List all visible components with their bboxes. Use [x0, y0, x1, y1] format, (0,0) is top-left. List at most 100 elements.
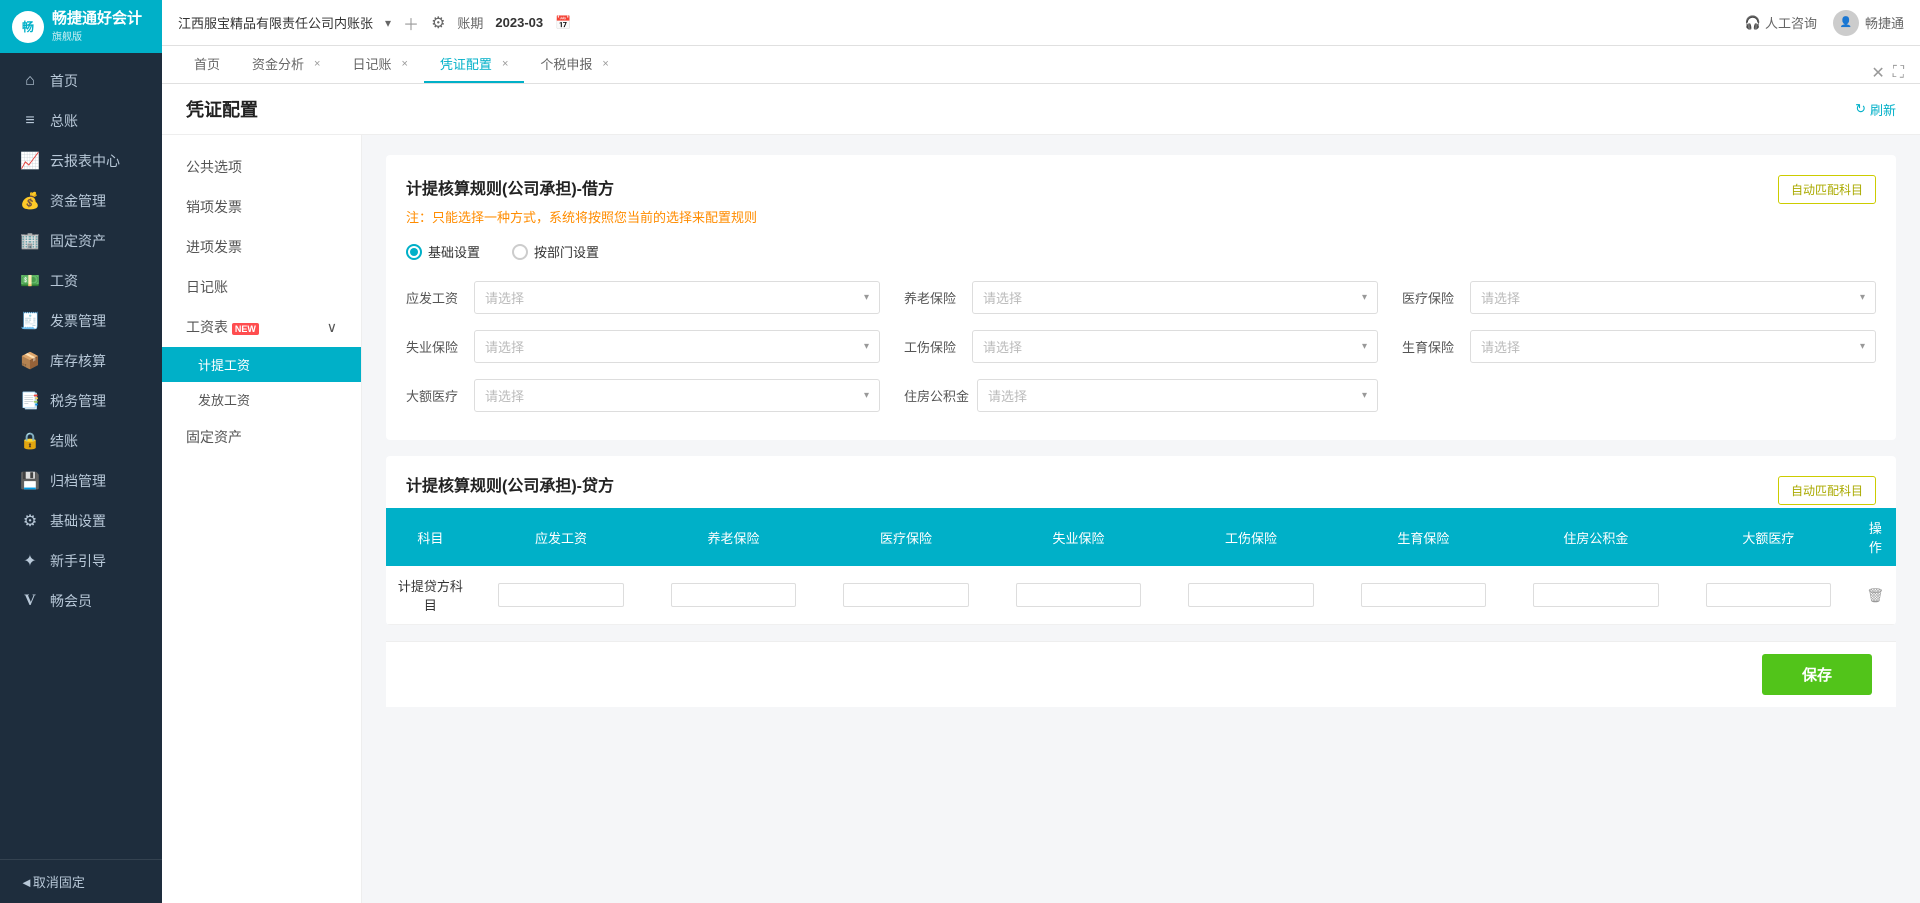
select-dey[interactable]: 请选择 ▾ [474, 379, 880, 412]
sidebar-item-guide[interactable]: ✦ 新手引导 [0, 541, 162, 581]
td-zfgjj[interactable] [1510, 566, 1682, 625]
input-dey[interactable] [1706, 583, 1831, 607]
table-row: 计提贷方科目 🗑 [386, 566, 1896, 625]
guide-icon: ✦ [20, 551, 40, 571]
select-sybx[interactable]: 请选择 ▾ [474, 330, 880, 363]
input-sybx[interactable] [1016, 583, 1141, 607]
td-sybx2[interactable] [1337, 566, 1509, 625]
td-sybx[interactable] [992, 566, 1164, 625]
sidebar-item-assets[interactable]: 🏢 固定资产 [0, 221, 162, 261]
left-nav-salary-table[interactable]: 工资表 NEW ∨ [162, 307, 361, 347]
credit-section: 计提核算规则(公司承担)-贷方 自动匹配科目 科目 应发工资 养老保险 医疗保险… [386, 456, 1896, 625]
funds-icon: 💰 [20, 191, 40, 211]
sidebar-item-reports[interactable]: 📈 云报表中心 [0, 141, 162, 181]
sidebar-item-member[interactable]: V 畅会员 [0, 581, 162, 621]
left-nav-public[interactable]: 公共选项 [162, 147, 361, 187]
td-dey[interactable] [1682, 566, 1854, 625]
select-yfgz-placeholder: 请选择 [485, 288, 524, 307]
chevron-down-icon: ▾ [864, 341, 869, 352]
close-tab-btn[interactable]: ✕ [1871, 63, 1884, 83]
input-ylbx[interactable] [671, 583, 796, 607]
form-item-zfgjj: 住房公积金 请选择 ▾ [904, 379, 1378, 412]
sidebar-item-close[interactable]: 🔒 结账 [0, 421, 162, 461]
select-yfgz[interactable]: 请选择 ▾ [474, 281, 880, 314]
tax-icon: 📑 [20, 391, 40, 411]
radio-department[interactable]: 按部门设置 [512, 242, 599, 261]
tab-voucher[interactable]: 凭证配置 × [424, 46, 524, 83]
radio-basic[interactable]: 基础设置 [406, 242, 480, 261]
sidebar-item-label: 结账 [50, 431, 78, 451]
select-ylbx2[interactable]: 请选择 ▾ [1470, 281, 1876, 314]
maximize-btn[interactable]: ⛶ [1893, 64, 1904, 82]
sidebar-item-archive[interactable]: 💾 归档管理 [0, 461, 162, 501]
sidebar-item-tax[interactable]: 📑 税务管理 [0, 381, 162, 421]
save-btn[interactable]: 保存 [1762, 654, 1872, 695]
td-gsbx[interactable] [1165, 566, 1337, 625]
select-sybx2[interactable]: 请选择 ▾ [1470, 330, 1876, 363]
input-sybx2[interactable] [1361, 583, 1486, 607]
expand-icon: ∨ [327, 319, 337, 336]
th-subject: 科目 [386, 508, 475, 566]
left-nav-salary-pay[interactable]: 发放工资 [162, 382, 361, 417]
refresh-label: 刷新 [1870, 100, 1896, 119]
th-sybx: 失业保险 [992, 508, 1164, 566]
left-nav-journal[interactable]: 日记账 [162, 267, 361, 307]
sidebar-item-funds[interactable]: 💰 资金管理 [0, 181, 162, 221]
td-ylbx2[interactable] [820, 566, 992, 625]
sidebar-item-home[interactable]: ⌂ 首页 [0, 61, 162, 101]
left-nav-salary-calc[interactable]: 计提工资 [162, 347, 361, 382]
radio-department-circle [512, 244, 528, 260]
select-ylbx2-placeholder: 请选择 [1481, 288, 1520, 307]
header-right: 🎧 人工咨询 👤 畅捷通 [1745, 10, 1904, 36]
label-yfgz: 应发工资 [406, 288, 466, 307]
select-ylbx[interactable]: 请选择 ▾ [972, 281, 1378, 314]
tab-tax-close[interactable]: × [602, 58, 608, 70]
service-btn[interactable]: 🎧 人工咨询 [1745, 13, 1817, 32]
label-ylbx2: 医疗保险 [1402, 288, 1462, 307]
input-zfgjj[interactable] [1533, 583, 1658, 607]
tab-journal[interactable]: 日记账 × [336, 46, 423, 83]
chevron-down-icon: ▾ [1362, 390, 1367, 401]
cancel-fixed-btn[interactable]: ◄取消固定 [0, 859, 162, 903]
sidebar-item-ledger[interactable]: ≡ 总账 [0, 101, 162, 141]
input-gsbx[interactable] [1188, 583, 1313, 607]
sidebar-item-inventory[interactable]: 📦 库存核算 [0, 341, 162, 381]
tab-funds[interactable]: 资金分析 × [236, 46, 336, 83]
select-gsbx[interactable]: 请选择 ▾ [972, 330, 1378, 363]
tab-home[interactable]: 首页 [178, 46, 236, 83]
debit-section: 计提核算规则(公司承担)-借方 注：只能选择一种方式，系统将按照您当前的选择来配… [386, 155, 1896, 440]
td-yfgz[interactable] [475, 566, 647, 625]
company-name: 江西服宝精品有限责任公司内账张 [178, 13, 373, 32]
company-dropdown-icon[interactable]: ▾ [385, 16, 391, 30]
user-menu[interactable]: 👤 畅捷通 [1833, 10, 1904, 36]
tab-tax[interactable]: 个税申报 × [524, 46, 624, 83]
select-zfgjj-placeholder: 请选择 [988, 386, 1027, 405]
left-nav-fixed-assets[interactable]: 固定资产 [162, 417, 361, 457]
sidebar-item-salary[interactable]: 💵 工资 [0, 261, 162, 301]
archive-icon: 💾 [20, 471, 40, 491]
select-sybx-placeholder: 请选择 [485, 337, 524, 356]
left-nav-sales[interactable]: 销项发票 [162, 187, 361, 227]
calendar-icon[interactable]: 📅 [555, 15, 571, 31]
delete-row-btn[interactable]: 🗑 [1866, 587, 1884, 603]
select-zfgjj[interactable]: 请选择 ▾ [977, 379, 1378, 412]
sidebar-item-invoice[interactable]: 🧾 发票管理 [0, 301, 162, 341]
settings-btn[interactable]: ⚙ [431, 13, 445, 33]
logo-text: 畅捷通好会计 [52, 10, 142, 28]
tab-voucher-close[interactable]: × [502, 58, 508, 70]
td-ylbx[interactable] [647, 566, 819, 625]
left-nav-purchase[interactable]: 进项发票 [162, 227, 361, 267]
tab-journal-close[interactable]: × [401, 58, 407, 70]
settings-icon: ⚙ [20, 511, 40, 531]
auto-match-credit-btn[interactable]: 自动匹配科目 [1778, 476, 1876, 505]
tab-funds-close[interactable]: × [314, 58, 320, 70]
auto-match-debit-btn[interactable]: 自动匹配科目 [1778, 175, 1876, 204]
input-ylbx2[interactable] [843, 583, 968, 607]
add-company-btn[interactable]: ＋ [403, 11, 419, 35]
label-gsbx: 工伤保险 [904, 337, 964, 356]
sidebar-item-settings[interactable]: ⚙ 基础设置 [0, 501, 162, 541]
td-action[interactable]: 🗑 [1855, 566, 1896, 625]
refresh-btn[interactable]: ↻ 刷新 [1855, 100, 1896, 119]
input-yfgz[interactable] [498, 583, 623, 607]
ledger-icon: ≡ [20, 112, 40, 130]
